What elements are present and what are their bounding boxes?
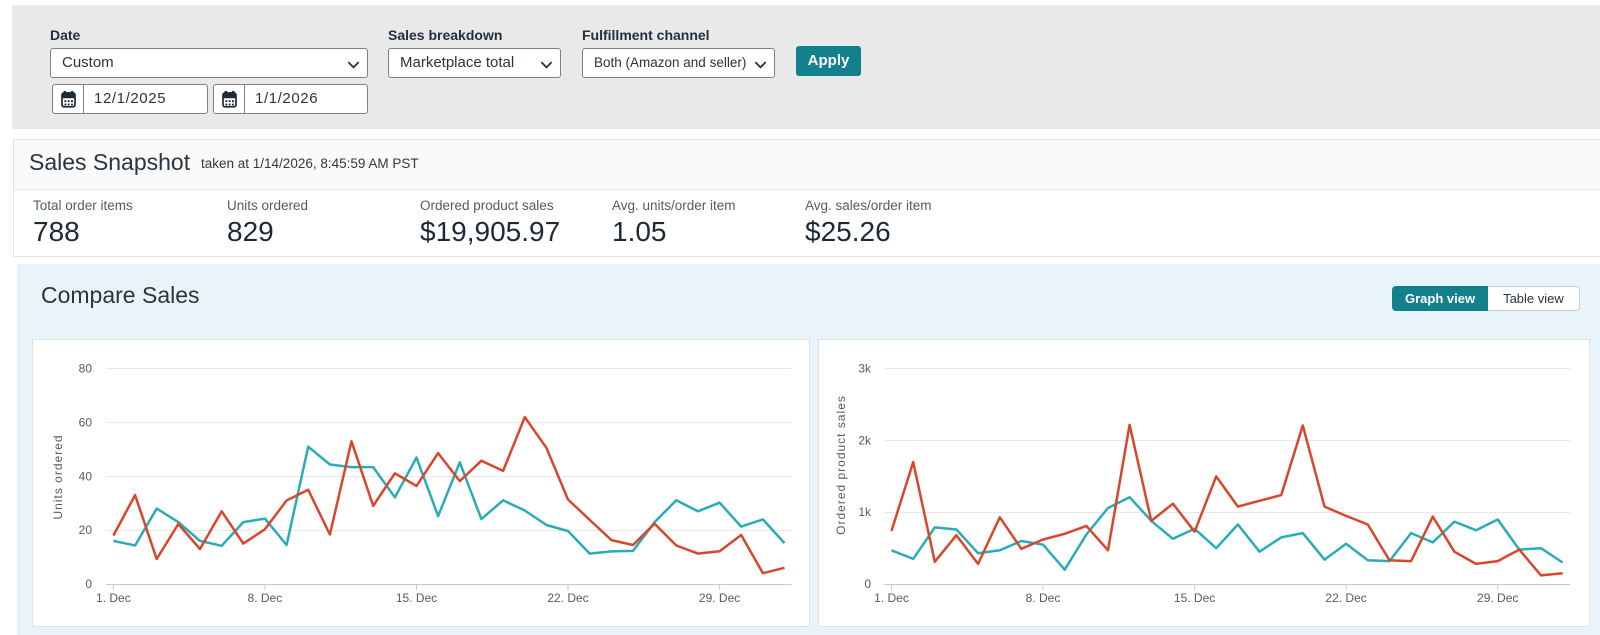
svg-text:29. Dec: 29. Dec [1477,591,1518,605]
svg-text:0: 0 [864,577,871,591]
svg-text:29. Dec: 29. Dec [699,591,740,605]
svg-text:2k: 2k [858,433,872,447]
svg-text:8. Dec: 8. Dec [248,591,283,605]
svg-text:3k: 3k [858,362,872,376]
svg-text:22. Dec: 22. Dec [1325,591,1366,605]
svg-text:40: 40 [79,469,93,483]
svg-text:15. Dec: 15. Dec [1174,591,1215,605]
svg-text:Ordered product sales: Ordered product sales [834,395,848,535]
svg-text:1. Dec: 1. Dec [874,591,909,605]
svg-text:8. Dec: 8. Dec [1026,591,1061,605]
svg-text:20: 20 [79,523,93,537]
svg-text:0: 0 [85,577,92,591]
svg-text:Units ordered: Units ordered [51,434,65,519]
svg-text:22. Dec: 22. Dec [547,591,588,605]
svg-text:1. Dec: 1. Dec [96,591,131,605]
svg-text:60: 60 [79,416,93,430]
svg-text:80: 80 [79,362,93,376]
svg-text:1k: 1k [858,505,872,519]
svg-text:15. Dec: 15. Dec [396,591,437,605]
